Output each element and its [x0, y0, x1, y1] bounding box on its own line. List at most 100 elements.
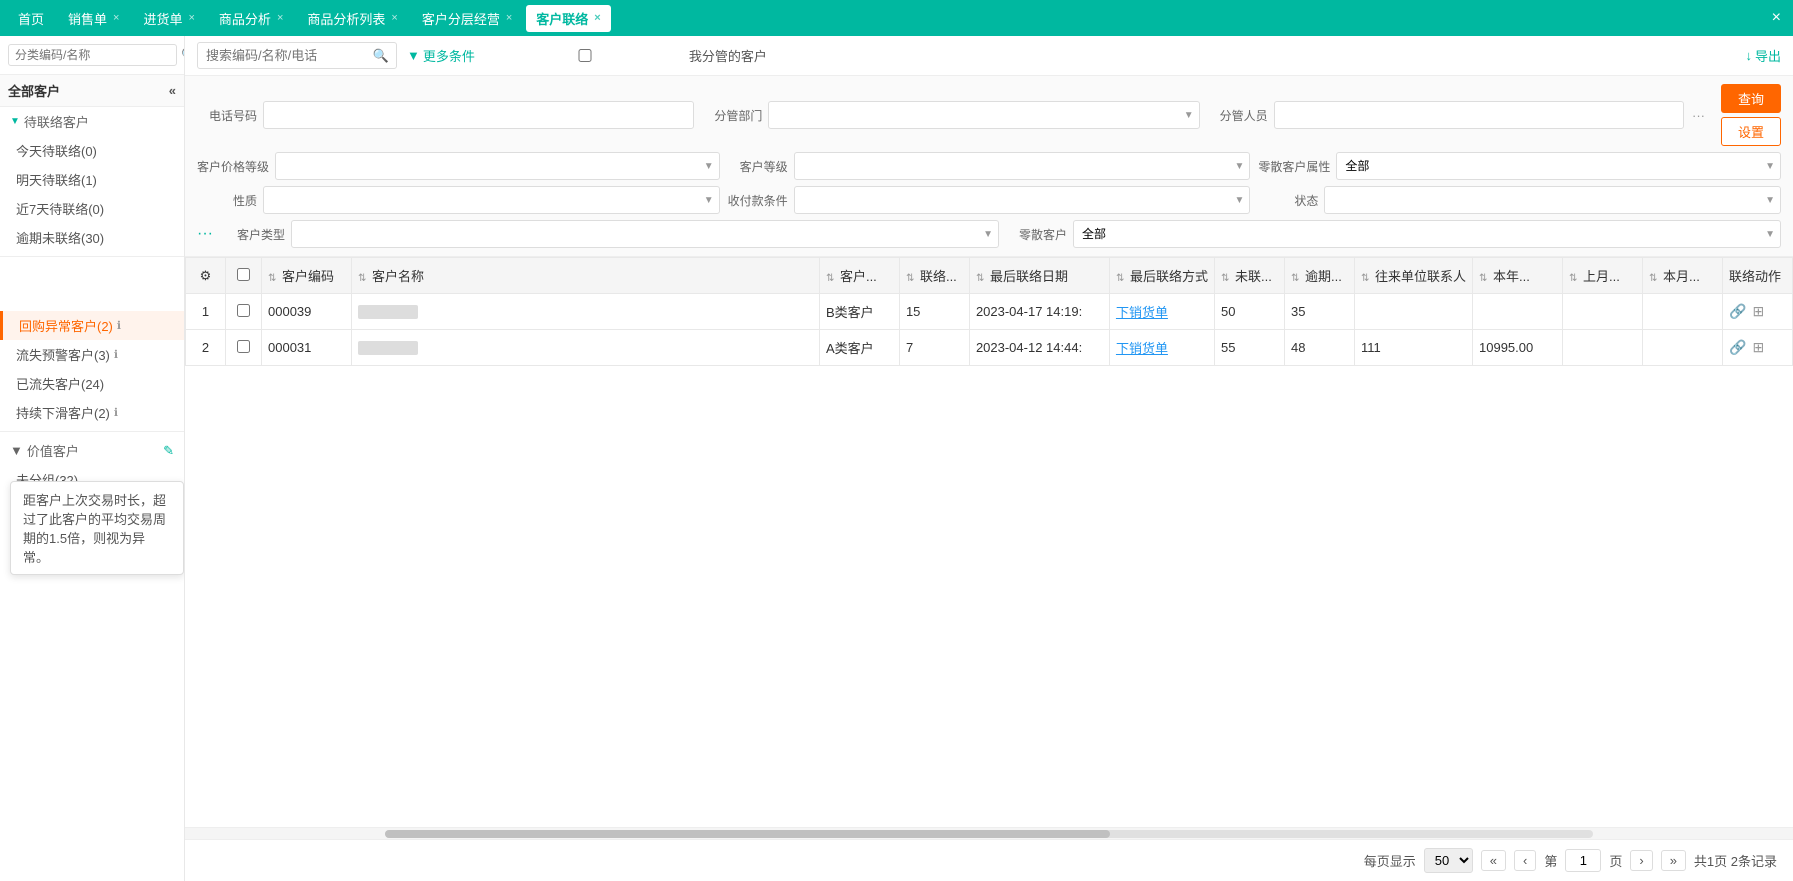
settings-icon[interactable]: ⚙: [200, 268, 212, 283]
scroll-thumb: [385, 830, 1110, 838]
filter-payment-select[interactable]: [794, 186, 1251, 214]
filter-retail-customer-field: 零散客户 全部 ▼: [1007, 220, 1781, 248]
filter-customer-level-select[interactable]: [794, 152, 1251, 180]
close-customer-contact-icon[interactable]: ×: [594, 12, 600, 24]
row2-lastmonth: [1563, 330, 1643, 366]
col-contact-header: ⇅ 联络...: [899, 258, 969, 294]
nav-sales[interactable]: 销售单 ×: [58, 5, 129, 32]
prev-page-button[interactable]: ‹: [1514, 850, 1536, 871]
row2-contact: 7: [899, 330, 969, 366]
value-edit-icon[interactable]: ✎: [163, 443, 174, 459]
row1-method-link[interactable]: 下销货单: [1116, 305, 1168, 320]
sidebar-item-already-lost[interactable]: 已流失客户(24): [0, 369, 184, 398]
type-sort-icon[interactable]: ⇅: [826, 273, 834, 284]
row1-partner: [1354, 294, 1472, 330]
page-size-select[interactable]: 50: [1424, 848, 1473, 873]
search-input[interactable]: [197, 42, 397, 69]
sidebar-item-repurchase-abnormal[interactable]: 回购异常客户(2) ℹ: [0, 311, 184, 340]
col-name-header: ⇅ 客户名称: [352, 258, 820, 294]
nav-customer-contact[interactable]: 客户联络 ×: [526, 5, 610, 32]
sidebar-pending-group[interactable]: ▼ 待联络客户: [0, 107, 184, 136]
nav-home[interactable]: 首页: [8, 5, 54, 32]
filter-branch-dept-select[interactable]: [768, 101, 1199, 129]
next-page-button[interactable]: ›: [1630, 850, 1652, 871]
info-icon: ℹ: [117, 319, 121, 332]
row2-link-icon[interactable]: 🔗: [1729, 339, 1746, 356]
filter-branch-person-input[interactable]: [1274, 101, 1684, 129]
close-sales-icon[interactable]: ×: [113, 12, 119, 24]
branch-person-more-icon[interactable]: ···: [1692, 108, 1705, 123]
name-sort-icon[interactable]: ⇅: [358, 273, 366, 284]
scroll-track: [385, 830, 1593, 838]
close-all-tabs-icon[interactable]: ×: [1772, 9, 1781, 27]
nav-product-analysis-list[interactable]: 商品分析列表 ×: [297, 5, 407, 32]
my-customers-checkbox-label[interactable]: 我分管的客户: [485, 46, 767, 65]
filter-retail-attr-select[interactable]: 全部: [1336, 152, 1781, 180]
filter-customer-type-select[interactable]: [291, 220, 999, 248]
nav-product-analysis[interactable]: 商品分析 ×: [209, 5, 293, 32]
close-product-analysis-list-icon[interactable]: ×: [391, 12, 397, 24]
code-sort-icon[interactable]: ⇅: [268, 273, 276, 284]
close-customer-segment-icon[interactable]: ×: [506, 12, 512, 24]
row1-name-blurred: [358, 305, 418, 319]
sidebar-collapse-icon[interactable]: «: [169, 83, 176, 98]
row2-name-blurred: [358, 341, 418, 355]
filter-icon: ▼: [407, 48, 420, 63]
row1-link-icon[interactable]: 🔗: [1729, 303, 1746, 320]
row1-check: [226, 294, 262, 330]
row1-grid-icon[interactable]: ⊞: [1752, 303, 1764, 320]
method-sort-icon[interactable]: ⇅: [1116, 273, 1124, 284]
col-partner-header: ⇅ 往来单位联系人: [1354, 258, 1472, 294]
col-lastmonth-header: ⇅ 上月...: [1563, 258, 1643, 294]
sidebar-item-7days[interactable]: 近7天待联络(0): [0, 194, 184, 223]
col-type-header: ⇅ 客户...: [819, 258, 899, 294]
my-customers-checkbox[interactable]: [485, 49, 685, 62]
close-purchase-icon[interactable]: ×: [188, 12, 194, 24]
setting-button[interactable]: 设置: [1721, 117, 1781, 146]
filter-phone-input[interactable]: [263, 101, 694, 129]
horizontal-scrollbar[interactable]: [185, 827, 1793, 839]
lastmonth-sort-icon[interactable]: ⇅: [1569, 273, 1577, 284]
row2-method-link[interactable]: 下销货单: [1116, 341, 1168, 356]
overdue-sort-icon[interactable]: ⇅: [1291, 273, 1299, 284]
export-icon: ↓: [1745, 48, 1752, 63]
filter-retail-customer-label: 零散客户: [1007, 226, 1067, 243]
sidebar-search-input[interactable]: [8, 44, 177, 66]
partner-sort-icon[interactable]: ⇅: [1361, 273, 1369, 284]
thismonth-sort-icon[interactable]: ⇅: [1649, 273, 1657, 284]
row1-checkbox[interactable]: [237, 304, 250, 317]
more-conditions-button[interactable]: ▼ 更多条件: [407, 46, 475, 65]
select-all-checkbox[interactable]: [237, 268, 250, 281]
sidebar-item-tomorrow[interactable]: 明天待联络(1): [0, 165, 184, 194]
filter-price-level-label: 客户价格等级: [197, 158, 269, 175]
filter-dots[interactable]: ···: [197, 225, 213, 243]
row2-grid-icon[interactable]: ⊞: [1752, 339, 1764, 356]
filter-status-select[interactable]: [1324, 186, 1781, 214]
page-number-input[interactable]: [1565, 849, 1601, 872]
sidebar-item-today[interactable]: 今天待联络(0): [0, 136, 184, 165]
sidebar-value-group[interactable]: ▼ 价值客户 ✎: [0, 436, 184, 465]
filter-actions: 查询 设置: [1721, 84, 1781, 146]
filter-gender-select[interactable]: [263, 186, 720, 214]
search-button-icon[interactable]: 🔍: [373, 48, 389, 64]
query-button[interactable]: 查询: [1721, 84, 1781, 113]
row2-name: [352, 330, 820, 366]
filter-retail-customer-select[interactable]: 全部: [1073, 220, 1781, 248]
nav-purchase[interactable]: 进货单 ×: [133, 5, 204, 32]
row1-overdue: 35: [1284, 294, 1354, 330]
close-product-analysis-icon[interactable]: ×: [277, 12, 283, 24]
contact-sort-icon[interactable]: ⇅: [906, 273, 914, 284]
sidebar-item-overdue[interactable]: 逾期未联络(30): [0, 223, 184, 252]
export-button[interactable]: ↓ 导出: [1745, 46, 1781, 65]
sidebar-item-declining[interactable]: 持续下滑客户(2) ℹ: [0, 398, 184, 427]
nav-customer-segment[interactable]: 客户分层经营 ×: [412, 5, 522, 32]
filter-price-level-select[interactable]: [275, 152, 720, 180]
last-page-button[interactable]: »: [1661, 850, 1686, 871]
row2-checkbox[interactable]: [237, 340, 250, 353]
date-sort-icon[interactable]: ⇅: [976, 273, 984, 284]
uncontact-sort-icon[interactable]: ⇅: [1221, 273, 1229, 284]
sidebar-item-lost-predicted[interactable]: 流失预警客户(3) ℹ: [0, 340, 184, 369]
thisyear-sort-icon[interactable]: ⇅: [1479, 273, 1487, 284]
first-page-button[interactable]: «: [1481, 850, 1506, 871]
filter-payment-field: 收付款条件 ▼: [728, 186, 1251, 214]
